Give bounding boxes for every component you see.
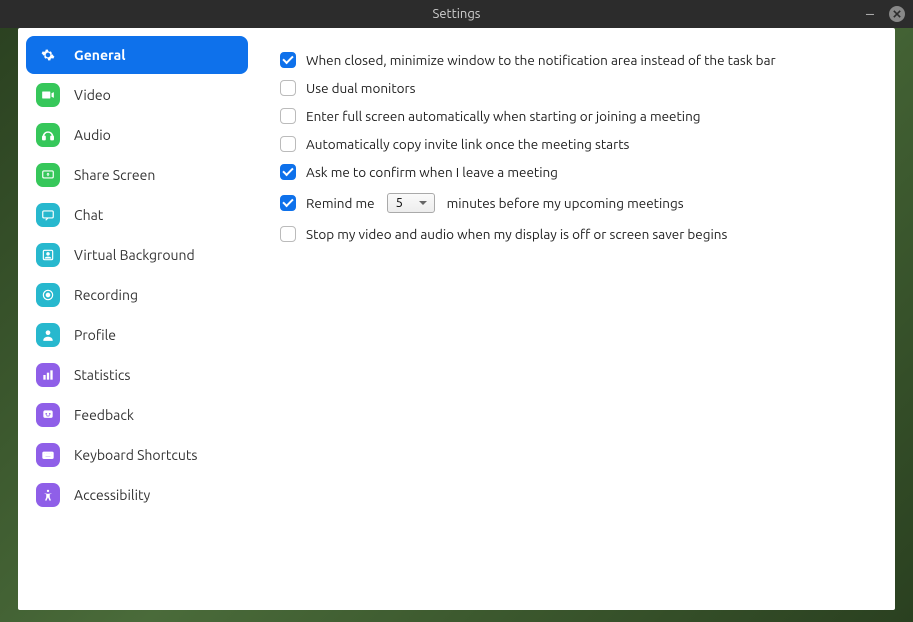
option-stop-on-screensaver: Stop my video and audio when my display … xyxy=(280,220,871,248)
sidebar-item-label: Share Screen xyxy=(74,167,155,183)
content-area: General Video Audio Share Screen xyxy=(18,28,895,610)
sidebar-item-label: Virtual Background xyxy=(74,247,195,263)
statistics-icon xyxy=(36,363,60,387)
option-label: When closed, minimize window to the noti… xyxy=(306,52,776,68)
sidebar-item-profile[interactable]: Profile xyxy=(26,316,248,354)
share-icon xyxy=(36,163,60,187)
sidebar-item-virtual-background[interactable]: Virtual Background xyxy=(26,236,248,274)
virtual-background-icon xyxy=(36,243,60,267)
option-label: Use dual monitors xyxy=(306,80,416,96)
option-label: Ask me to confirm when I leave a meeting xyxy=(306,164,558,180)
close-icon xyxy=(893,10,901,18)
option-remind-me: Remind me 5 minutes before my upcoming m… xyxy=(280,186,871,220)
checkbox-full-screen-auto[interactable] xyxy=(280,108,296,124)
sidebar-item-label: Feedback xyxy=(74,407,134,423)
main-panel: When closed, minimize window to the noti… xyxy=(256,28,895,610)
settings-window: Settings – General Video xyxy=(0,0,913,622)
gear-icon xyxy=(36,43,60,67)
accessibility-icon xyxy=(36,483,60,507)
option-confirm-leave: Ask me to confirm when I leave a meeting xyxy=(280,158,871,186)
window-title: Settings xyxy=(433,7,481,21)
option-label: Stop my video and audio when my display … xyxy=(306,226,727,242)
sidebar-item-label: Recording xyxy=(74,287,138,303)
sidebar: General Video Audio Share Screen xyxy=(18,28,256,610)
sidebar-item-chat[interactable]: Chat xyxy=(26,196,248,234)
option-full-screen-auto: Enter full screen automatically when sta… xyxy=(280,102,871,130)
feedback-icon xyxy=(36,403,60,427)
sidebar-item-video[interactable]: Video xyxy=(26,76,248,114)
checkbox-confirm-leave[interactable] xyxy=(280,164,296,180)
option-minimize-to-tray: When closed, minimize window to the noti… xyxy=(280,46,871,74)
chat-icon xyxy=(36,203,60,227)
checkbox-remind-me[interactable] xyxy=(280,195,296,211)
sidebar-item-accessibility[interactable]: Accessibility xyxy=(26,476,248,514)
sidebar-item-recording[interactable]: Recording xyxy=(26,276,248,314)
video-icon xyxy=(36,83,60,107)
sidebar-item-feedback[interactable]: Feedback xyxy=(26,396,248,434)
option-auto-copy-link: Automatically copy invite link once the … xyxy=(280,130,871,158)
option-label: Enter full screen automatically when sta… xyxy=(306,108,701,124)
sidebar-item-label: Audio xyxy=(74,127,111,143)
sidebar-item-label: Video xyxy=(74,87,111,103)
recording-icon xyxy=(36,283,60,307)
titlebar: Settings – xyxy=(0,0,913,28)
checkbox-auto-copy-link[interactable] xyxy=(280,136,296,152)
titlebar-controls: – xyxy=(863,6,905,22)
checkbox-dual-monitors[interactable] xyxy=(280,80,296,96)
sidebar-item-audio[interactable]: Audio xyxy=(26,116,248,154)
sidebar-item-statistics[interactable]: Statistics xyxy=(26,356,248,394)
remind-minutes-select[interactable]: 5 xyxy=(387,193,435,213)
minimize-button[interactable]: – xyxy=(863,7,877,21)
sidebar-item-general[interactable]: General xyxy=(26,36,248,74)
option-label-pre: Remind me xyxy=(306,195,375,211)
sidebar-item-label: Statistics xyxy=(74,367,130,383)
sidebar-item-label: Accessibility xyxy=(74,487,150,503)
sidebar-item-share-screen[interactable]: Share Screen xyxy=(26,156,248,194)
close-button[interactable] xyxy=(889,6,905,22)
audio-icon xyxy=(36,123,60,147)
sidebar-item-label: Chat xyxy=(74,207,103,223)
checkbox-minimize-to-tray[interactable] xyxy=(280,52,296,68)
sidebar-item-keyboard-shortcuts[interactable]: Keyboard Shortcuts xyxy=(26,436,248,474)
sidebar-item-label: General xyxy=(74,47,126,63)
checkbox-stop-on-screensaver[interactable] xyxy=(280,226,296,242)
option-label-post: minutes before my upcoming meetings xyxy=(447,195,684,211)
option-dual-monitors: Use dual monitors xyxy=(280,74,871,102)
sidebar-item-label: Profile xyxy=(74,327,116,343)
keyboard-icon xyxy=(36,443,60,467)
sidebar-item-label: Keyboard Shortcuts xyxy=(74,447,197,463)
option-label: Automatically copy invite link once the … xyxy=(306,136,629,152)
profile-icon xyxy=(36,323,60,347)
